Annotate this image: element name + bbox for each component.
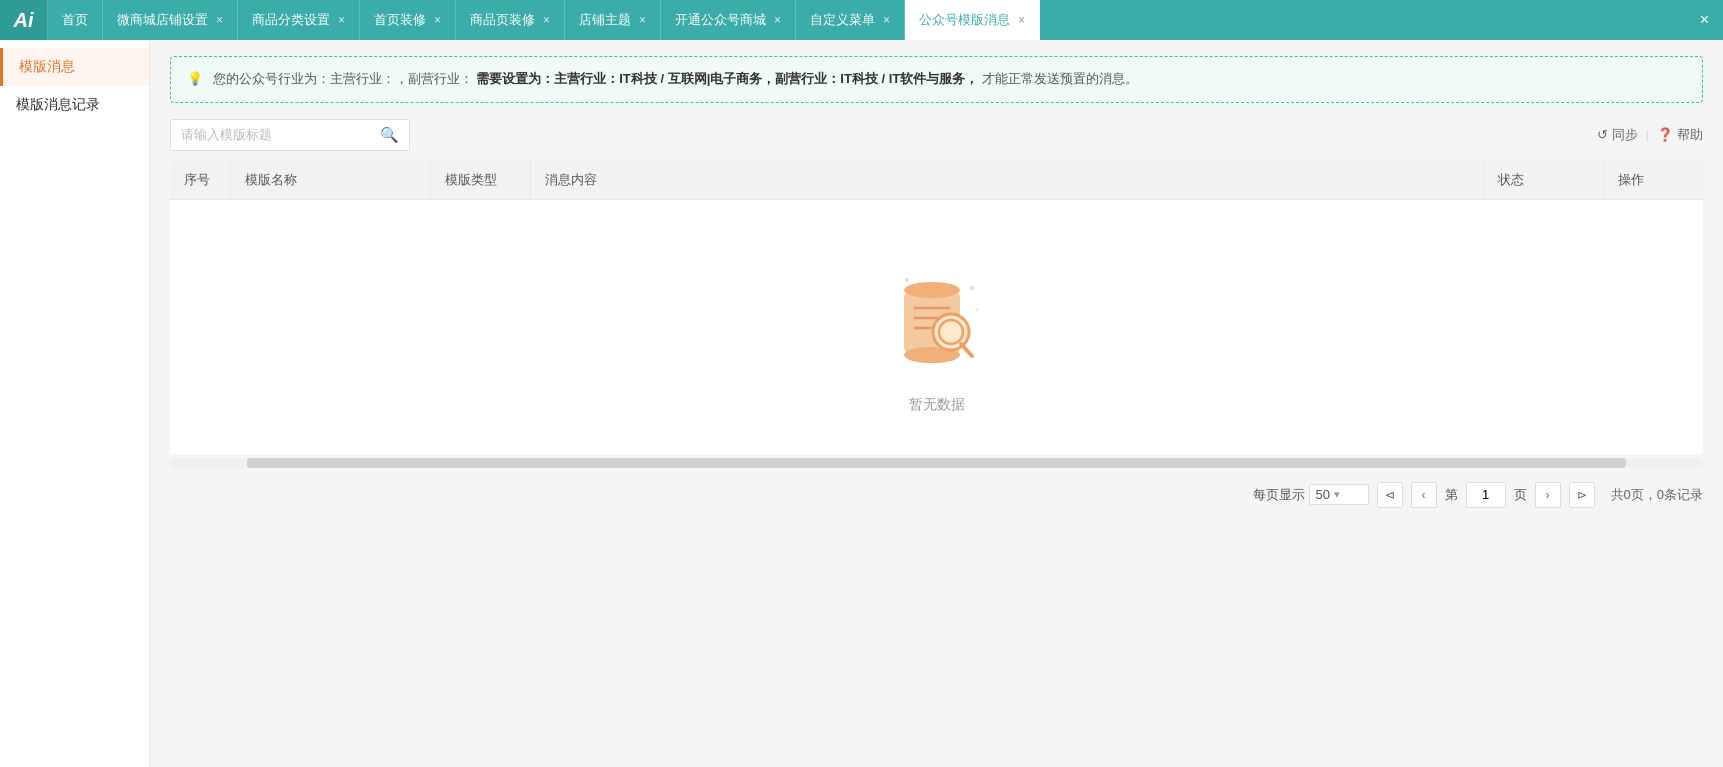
close-category-tab[interactable]: × [338,13,345,27]
last-page-button[interactable]: ⊳ [1569,482,1595,508]
col-header-name: 模版名称 [230,161,430,200]
global-close-button[interactable]: × [1686,0,1723,40]
page-size-label: 每页显示 [1253,486,1305,504]
nav-tab-home[interactable]: 首页 [48,0,103,40]
col-header-action: 操作 [1603,161,1703,200]
first-page-icon: ⊲ [1385,488,1395,502]
nav-tab-homepage[interactable]: 首页装修 × [360,0,456,40]
page-size-selector: 每页显示 50 ▾ [1253,484,1369,505]
svg-line-9 [961,344,972,356]
top-nav: Ai 首页 微商城店铺设置 × 商品分类设置 × 首页装修 × 商品页装修 × … [0,0,1723,40]
sidebar: 模版消息 模版消息记录 [0,40,150,767]
sidebar-item-template-msg-record[interactable]: 模版消息记录 [0,86,149,124]
toolbar-divider: | [1646,127,1649,142]
search-area: 🔍 ↺ 同步 | ❓ 帮助 [170,119,1703,151]
search-input[interactable] [181,127,380,142]
close-custommenu-tab[interactable]: × [883,13,890,27]
sync-button[interactable]: ↺ 同步 [1597,126,1638,144]
info-banner: 💡 您的公众号行业为：主营行业：，副营行业： 需要设置为：主营行业：IT科技 /… [170,56,1703,103]
next-page-button[interactable]: › [1535,482,1561,508]
pagination: 每页显示 50 ▾ ⊲ ‹ 第 页 › ⊳ 共0页，0条记录 [170,472,1703,512]
help-label: 帮助 [1677,126,1703,144]
svg-point-12 [975,308,978,311]
table-scrollbar[interactable] [170,458,1703,468]
close-openmarket-tab[interactable]: × [774,13,781,27]
empty-text: 暂无数据 [170,396,1703,414]
col-header-index: 序号 [170,161,230,200]
data-table: 序号 模版名称 模版类型 消息内容 状态 操作 [170,161,1703,454]
page-size-dropdown[interactable]: 50 ▾ [1309,484,1369,505]
app-logo: Ai [0,0,48,40]
help-button[interactable]: ❓ 帮助 [1657,126,1703,144]
sync-icon: ↺ [1597,127,1608,142]
empty-state: 暂无数据 [170,200,1703,454]
nav-tab-category[interactable]: 商品分类设置 × [238,0,360,40]
toolbar-right: ↺ 同步 | ❓ 帮助 [1597,126,1703,144]
table-header-row: 序号 模版名称 模版类型 消息内容 状态 操作 [170,161,1703,200]
col-header-type: 模版类型 [430,161,530,200]
last-page-icon: ⊳ [1577,488,1587,502]
col-header-content: 消息内容 [530,161,1483,200]
close-productpage-tab[interactable]: × [543,13,550,27]
search-box[interactable]: 🔍 [170,119,410,151]
next-page-icon: › [1546,488,1550,502]
table-empty-row: 暂无数据 [170,199,1703,454]
page-size-value: 50 [1316,487,1330,502]
search-icon[interactable]: 🔍 [380,126,399,144]
nav-tab-templatemsg[interactable]: 公众号模版消息 × [905,0,1040,40]
scroll-thumb[interactable] [247,458,1627,468]
total-info: 共0页，0条记录 [1611,486,1703,504]
prev-page-icon: ‹ [1422,488,1426,502]
nav-tab-custommenu[interactable]: 自定义菜单 × [796,0,905,40]
close-homepage-tab[interactable]: × [434,13,441,27]
sidebar-item-template-msg[interactable]: 模版消息 [0,48,149,86]
current-page-label: 第 [1445,486,1458,504]
close-templatemsg-tab[interactable]: × [1018,13,1025,27]
first-page-button[interactable]: ⊲ [1377,482,1403,508]
bulb-icon: 💡 [187,71,203,86]
svg-point-10 [905,278,909,282]
nav-tab-shoptheme[interactable]: 店铺主题 × [565,0,661,40]
svg-point-11 [969,285,974,290]
main-layout: 模版消息 模版消息记录 💡 您的公众号行业为：主营行业：，副营行业： 需要设置为… [0,40,1723,767]
empty-icon [877,260,997,380]
banner-highlight-text: 需要设置为：主营行业：IT科技 / 互联网|电子商务，副营行业：IT科技 / I… [476,71,978,86]
help-icon: ❓ [1657,127,1673,142]
col-header-status: 状态 [1483,161,1603,200]
page-size-chevron-icon: ▾ [1334,488,1340,501]
nav-tab-wshop[interactable]: 微商城店铺设置 × [103,0,238,40]
content-area: 💡 您的公众号行业为：主营行业：，副营行业： 需要设置为：主营行业：IT科技 /… [150,40,1723,767]
svg-point-2 [904,282,960,298]
prev-page-button[interactable]: ‹ [1411,482,1437,508]
page-number-input[interactable] [1466,482,1506,508]
close-shoptheme-tab[interactable]: × [639,13,646,27]
nav-tab-productpage[interactable]: 商品页装修 × [456,0,565,40]
banner-prefix-text: 您的公众号行业为：主营行业：，副营行业： [213,71,473,86]
nav-tab-openmarket[interactable]: 开通公众号商城 × [661,0,796,40]
banner-suffix-text: 才能正常发送预置的消息。 [982,71,1138,86]
close-wshop-tab[interactable]: × [216,13,223,27]
sync-label: 同步 [1612,126,1638,144]
page-unit-label: 页 [1514,486,1527,504]
